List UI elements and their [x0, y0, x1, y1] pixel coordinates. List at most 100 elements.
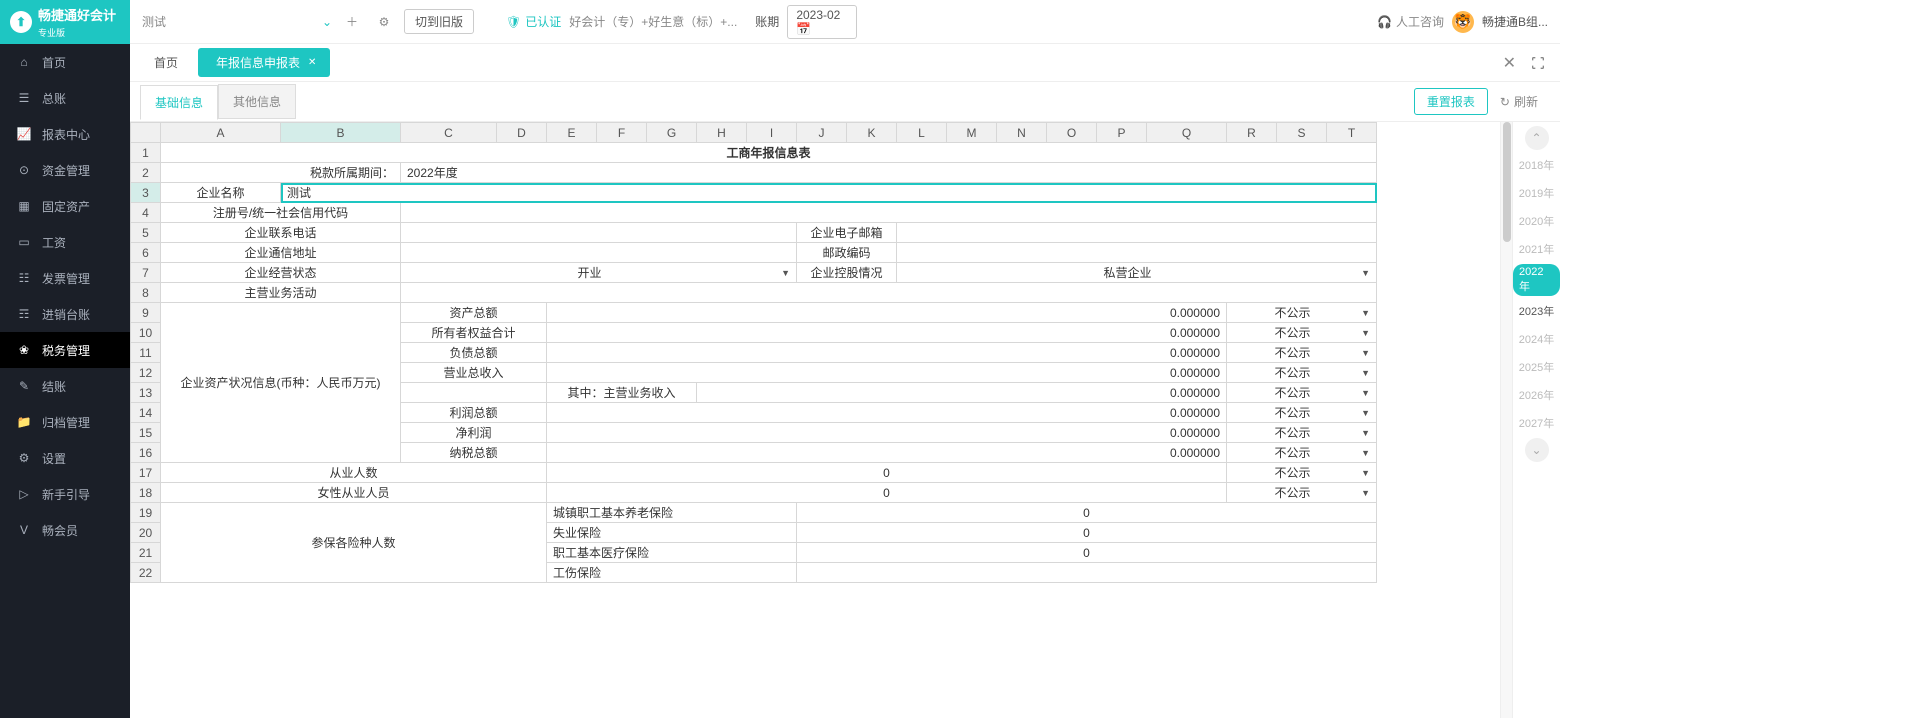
- addr-value[interactable]: [401, 243, 797, 263]
- mainbiz-value[interactable]: [401, 283, 1377, 303]
- year-option[interactable]: 2018年: [1519, 152, 1554, 178]
- col-header[interactable]: A: [161, 123, 281, 143]
- disclose-select[interactable]: 不公示: [1227, 363, 1377, 383]
- row-header[interactable]: 14: [131, 403, 161, 423]
- disclose-select[interactable]: 不公示: [1227, 383, 1377, 403]
- disclose-select[interactable]: 不公示: [1227, 303, 1377, 323]
- refresh-button[interactable]: ↻ 刷新: [1488, 89, 1550, 114]
- year-option-current[interactable]: 2022年: [1513, 264, 1560, 296]
- female-value[interactable]: 0: [547, 483, 1227, 503]
- nav-home[interactable]: ⌂首页: [0, 44, 130, 80]
- holding-select[interactable]: 私营企业: [897, 263, 1377, 283]
- select-all-cell[interactable]: [131, 123, 161, 143]
- nav-salary[interactable]: ▭工资: [0, 224, 130, 260]
- period-select[interactable]: 2023-02 📅: [787, 5, 857, 39]
- year-option[interactable]: 2020年: [1519, 208, 1554, 234]
- status-select[interactable]: 开业: [401, 263, 797, 283]
- subtab-basic[interactable]: 基础信息: [140, 85, 218, 120]
- row-header[interactable]: 21: [131, 543, 161, 563]
- col-header[interactable]: S: [1277, 123, 1327, 143]
- col-header[interactable]: R: [1227, 123, 1277, 143]
- row-header[interactable]: 15: [131, 423, 161, 443]
- row-header[interactable]: 13: [131, 383, 161, 403]
- insurance-value[interactable]: 0: [797, 523, 1377, 543]
- nav-reports[interactable]: 📈报表中心: [0, 116, 130, 152]
- row-header[interactable]: 22: [131, 563, 161, 583]
- row-header[interactable]: 6: [131, 243, 161, 263]
- disclose-select[interactable]: 不公示: [1227, 403, 1377, 423]
- row-header[interactable]: 20: [131, 523, 161, 543]
- disclose-select[interactable]: 不公示: [1227, 323, 1377, 343]
- metric-value[interactable]: 0.000000: [547, 423, 1227, 443]
- nav-guide[interactable]: ▷新手引导: [0, 476, 130, 512]
- avatar[interactable]: 🐯: [1452, 11, 1474, 33]
- close-all-tabs-button[interactable]: ✕: [1499, 49, 1520, 77]
- employees-value[interactable]: 0: [547, 463, 1227, 483]
- postcode-value[interactable]: [897, 243, 1377, 263]
- col-header[interactable]: J: [797, 123, 847, 143]
- tab-home[interactable]: 首页: [140, 48, 192, 77]
- col-header[interactable]: T: [1327, 123, 1377, 143]
- col-header[interactable]: M: [947, 123, 997, 143]
- insurance-value[interactable]: 0: [797, 503, 1377, 523]
- year-option[interactable]: 2019年: [1519, 180, 1554, 206]
- col-header[interactable]: I: [747, 123, 797, 143]
- year-option[interactable]: 2021年: [1519, 236, 1554, 262]
- disclose-select[interactable]: 不公示: [1227, 423, 1377, 443]
- metric-value[interactable]: 0.000000: [547, 363, 1227, 383]
- email-value[interactable]: [897, 223, 1377, 243]
- row-header[interactable]: 9: [131, 303, 161, 323]
- metric-value[interactable]: 0.000000: [547, 443, 1227, 463]
- nav-tax[interactable]: ❀税务管理: [0, 332, 130, 368]
- year-option[interactable]: 2025年: [1519, 354, 1554, 380]
- year-option[interactable]: 2027年: [1519, 410, 1554, 436]
- disclose-select[interactable]: 不公示: [1227, 463, 1377, 483]
- insurance-value[interactable]: [797, 563, 1377, 583]
- disclose-select[interactable]: 不公示: [1227, 483, 1377, 503]
- reset-report-button[interactable]: 重置报表: [1414, 88, 1488, 115]
- year-option[interactable]: 2024年: [1519, 326, 1554, 352]
- row-header[interactable]: 5: [131, 223, 161, 243]
- col-header[interactable]: C: [401, 123, 497, 143]
- row-header[interactable]: 19: [131, 503, 161, 523]
- metric-value[interactable]: 0.000000: [547, 343, 1227, 363]
- col-header[interactable]: B: [281, 123, 401, 143]
- row-header[interactable]: 7: [131, 263, 161, 283]
- phone-value[interactable]: [401, 223, 797, 243]
- metric-value[interactable]: 0.000000: [547, 323, 1227, 343]
- row-header[interactable]: 18: [131, 483, 161, 503]
- row-header[interactable]: 1: [131, 143, 161, 163]
- col-header[interactable]: H: [697, 123, 747, 143]
- metric-value[interactable]: 0.000000: [547, 403, 1227, 423]
- nav-fixed-assets[interactable]: ▦固定资产: [0, 188, 130, 224]
- year-up-button[interactable]: ⌃: [1525, 126, 1549, 150]
- tab-annual-report[interactable]: 年报信息申报表 ✕: [198, 48, 330, 77]
- col-header[interactable]: N: [997, 123, 1047, 143]
- col-header[interactable]: F: [597, 123, 647, 143]
- nav-closing[interactable]: ✎结账: [0, 368, 130, 404]
- col-header[interactable]: Q: [1147, 123, 1227, 143]
- row-header[interactable]: 4: [131, 203, 161, 223]
- col-header[interactable]: O: [1047, 123, 1097, 143]
- settings-button[interactable]: ⚙: [372, 10, 396, 34]
- spreadsheet[interactable]: A B C D E F G H I J K L M N O: [130, 122, 1500, 718]
- row-header[interactable]: 2: [131, 163, 161, 183]
- fullscreen-button[interactable]: [1526, 51, 1550, 75]
- metric-value[interactable]: 0.000000: [697, 383, 1227, 403]
- switch-old-button[interactable]: 切到旧版: [404, 9, 474, 34]
- nav-invoice[interactable]: ☷发票管理: [0, 260, 130, 296]
- col-header[interactable]: G: [647, 123, 697, 143]
- insurance-value[interactable]: 0: [797, 543, 1377, 563]
- year-down-button[interactable]: ⌄: [1525, 438, 1549, 462]
- metric-value[interactable]: 0.000000: [547, 303, 1227, 323]
- vertical-scrollbar[interactable]: [1500, 122, 1512, 718]
- company-select[interactable]: 测试 ⌄: [142, 13, 332, 30]
- close-icon[interactable]: ✕: [308, 57, 316, 68]
- col-header[interactable]: E: [547, 123, 597, 143]
- nav-settings[interactable]: ⚙设置: [0, 440, 130, 476]
- row-header[interactable]: 17: [131, 463, 161, 483]
- col-header[interactable]: L: [897, 123, 947, 143]
- year-option[interactable]: 2026年: [1519, 382, 1554, 408]
- row-header[interactable]: 3: [131, 183, 161, 203]
- nav-funds[interactable]: ⊙资金管理: [0, 152, 130, 188]
